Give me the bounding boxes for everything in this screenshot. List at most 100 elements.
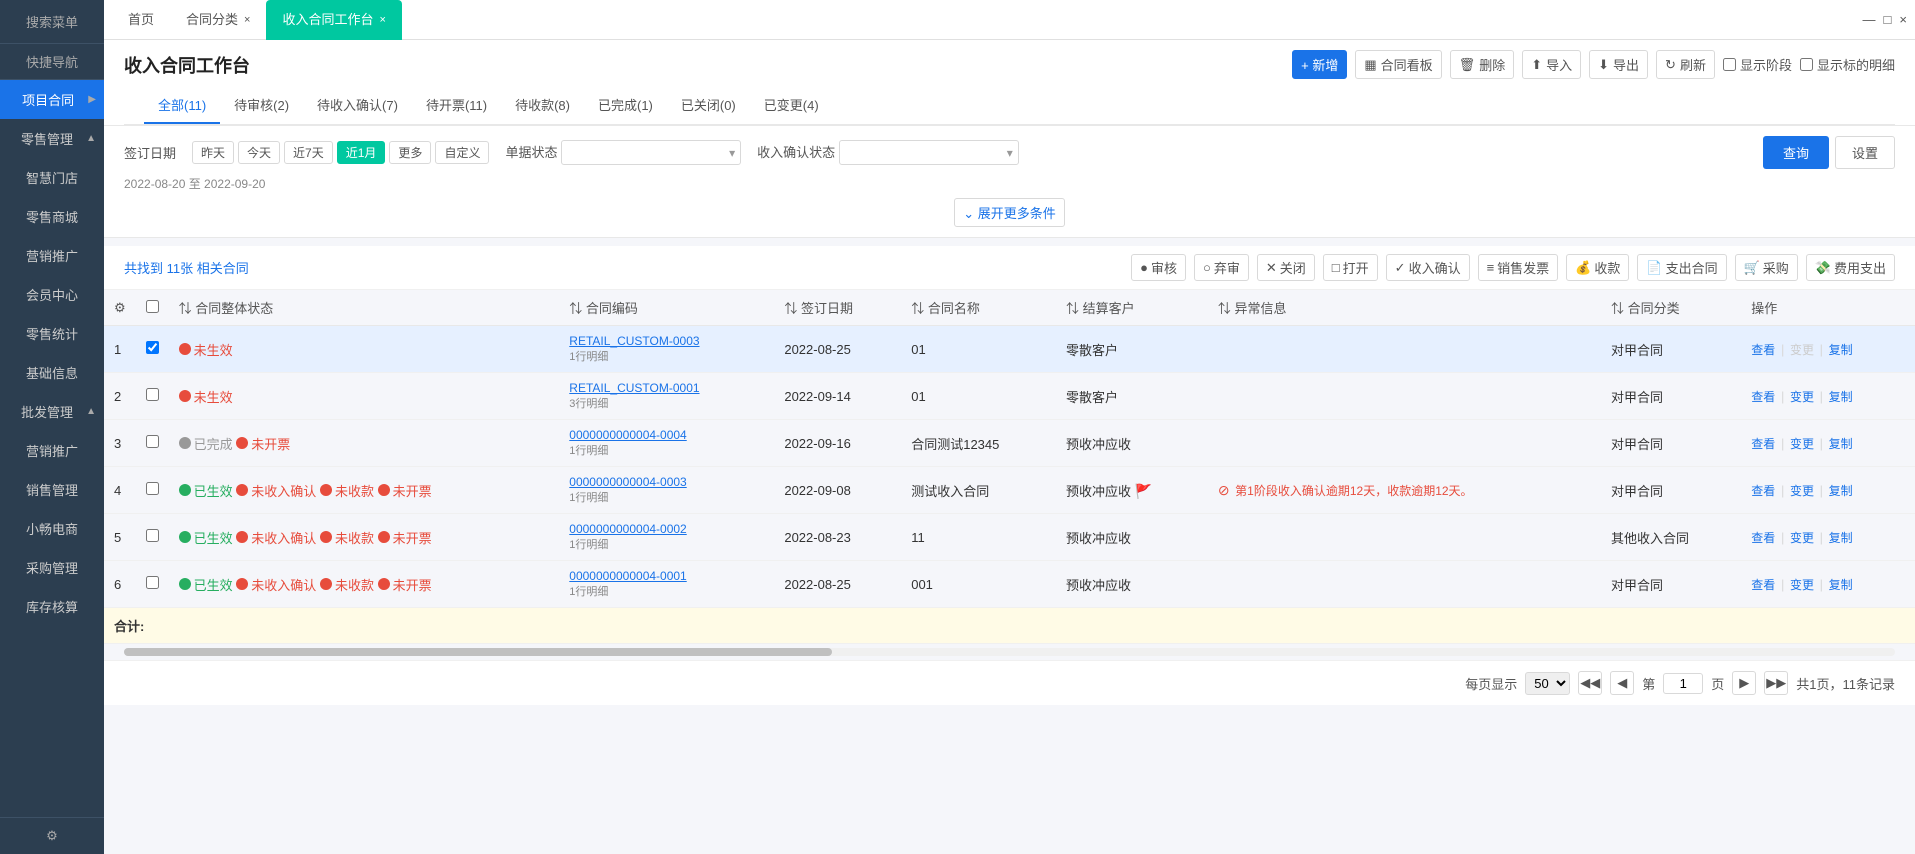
- last-page-button[interactable]: ▶▶: [1764, 671, 1788, 695]
- action-expense-button[interactable]: 💸 费用支出: [1806, 254, 1895, 281]
- action-close-button[interactable]: ✕ 关闭: [1257, 254, 1315, 281]
- op-copy-btn[interactable]: 复制: [1829, 484, 1853, 498]
- horizontal-scrollbar[interactable]: [124, 648, 1895, 656]
- tab-contract-category-close[interactable]: ×: [244, 0, 250, 40]
- op-view-btn[interactable]: 查看: [1751, 343, 1775, 357]
- op-view-btn[interactable]: 查看: [1751, 484, 1775, 498]
- sub-tab-pending-receipt[interactable]: 待收款(8): [501, 87, 584, 124]
- op-change-btn[interactable]: 变更: [1790, 437, 1814, 451]
- row-select-checkbox[interactable]: [146, 388, 159, 401]
- date-btn-more[interactable]: 更多: [389, 141, 431, 164]
- refresh-button[interactable]: ↻ 刷新: [1656, 50, 1715, 79]
- show-detail-checkbox-label[interactable]: 显示标的明细: [1800, 55, 1895, 74]
- contract-code-link[interactable]: 0000000000004-0003: [569, 475, 764, 489]
- row-checkbox[interactable]: [136, 467, 169, 514]
- contract-code-link[interactable]: RETAIL_CUSTOM-0001: [569, 381, 764, 395]
- sub-tab-all[interactable]: 全部(11): [144, 87, 220, 124]
- show-segment-checkbox[interactable]: [1723, 58, 1736, 71]
- action-abandon-button[interactable]: ○ 弃审: [1194, 254, 1249, 281]
- op-change-btn[interactable]: 变更: [1790, 578, 1814, 592]
- tab-contract-category[interactable]: 合同分类 ×: [170, 0, 266, 40]
- sort-icon[interactable]: ⇅: [569, 301, 582, 316]
- import-button[interactable]: ⬆ 导入: [1522, 50, 1581, 79]
- op-change-btn[interactable]: 变更: [1790, 484, 1814, 498]
- action-sales-invoice-button[interactable]: ≡ 销售发票: [1478, 254, 1559, 281]
- op-change-btn[interactable]: 变更: [1790, 531, 1814, 545]
- row-checkbox[interactable]: [136, 561, 169, 608]
- income-confirm-select[interactable]: [839, 140, 1019, 165]
- sidebar-item-basic-info[interactable]: 基础信息: [0, 353, 104, 392]
- show-detail-checkbox[interactable]: [1800, 58, 1813, 71]
- contract-code-link[interactable]: 0000000000004-0001: [569, 569, 764, 583]
- date-btn-today[interactable]: 今天: [238, 141, 280, 164]
- row-select-checkbox[interactable]: [146, 576, 159, 589]
- delete-button[interactable]: 🗑 删除: [1450, 50, 1515, 79]
- new-button[interactable]: + 新增: [1292, 50, 1347, 79]
- date-btn-yesterday[interactable]: 昨天: [192, 141, 234, 164]
- sub-tab-pending-invoice[interactable]: 待开票(11): [412, 87, 501, 124]
- row-checkbox[interactable]: [136, 326, 169, 373]
- sidebar-item-xiaochang[interactable]: 小畅电商: [0, 509, 104, 548]
- row-select-checkbox[interactable]: [146, 482, 159, 495]
- sub-tab-closed[interactable]: 已关闭(0): [667, 87, 750, 124]
- contract-panel-button[interactable]: ▦ 合同看板: [1355, 50, 1441, 79]
- op-view-btn[interactable]: 查看: [1751, 390, 1775, 404]
- sub-tab-completed[interactable]: 已完成(1): [584, 87, 667, 124]
- sidebar-item-retail-mgmt[interactable]: 零售管理 ▲: [0, 119, 104, 158]
- tab-home[interactable]: 首页: [112, 0, 170, 40]
- date-btn-custom[interactable]: 自定义: [435, 141, 489, 164]
- scroll-thumb[interactable]: [124, 648, 832, 656]
- sub-tab-pending-income-confirm[interactable]: 待收入确认(7): [303, 87, 412, 124]
- sidebar-item-smart-store[interactable]: 智慧门店: [0, 158, 104, 197]
- page-number-input[interactable]: [1663, 673, 1703, 694]
- op-copy-btn[interactable]: 复制: [1829, 390, 1853, 404]
- sidebar-item-retail-mall[interactable]: 零售商城: [0, 197, 104, 236]
- action-receipt-button[interactable]: 💰 收款: [1566, 254, 1629, 281]
- sidebar-settings[interactable]: ⚙: [0, 817, 104, 854]
- per-page-select[interactable]: 50: [1525, 672, 1570, 695]
- sort-icon[interactable]: ⇅: [1066, 301, 1079, 316]
- row-checkbox[interactable]: [136, 373, 169, 420]
- minimize-button[interactable]: —: [1863, 12, 1876, 27]
- show-segment-checkbox-label[interactable]: 显示阶段: [1723, 55, 1792, 74]
- row-checkbox[interactable]: [136, 420, 169, 467]
- row-select-checkbox[interactable]: [146, 435, 159, 448]
- action-review-button[interactable]: ● 审核: [1131, 254, 1186, 281]
- col-settings-icon[interactable]: ⚙: [104, 290, 136, 326]
- sidebar-item-purchase-mgmt[interactable]: 采购管理: [0, 548, 104, 587]
- op-view-btn[interactable]: 查看: [1751, 437, 1775, 451]
- contract-code-link[interactable]: 0000000000004-0002: [569, 522, 764, 536]
- sort-icon[interactable]: ⇅: [911, 301, 924, 316]
- sidebar-item-project[interactable]: 项目合同 ▶: [0, 80, 104, 119]
- sidebar-item-marketing[interactable]: 营销推广: [0, 236, 104, 275]
- sidebar-item-marketing2[interactable]: 营销推广: [0, 431, 104, 470]
- expand-filter-button[interactable]: ⌄ 展开更多条件: [954, 198, 1065, 227]
- select-all-checkbox[interactable]: [146, 300, 159, 313]
- close-button[interactable]: ×: [1899, 12, 1907, 27]
- doc-status-select[interactable]: [561, 140, 741, 165]
- contract-code-link[interactable]: RETAIL_CUSTOM-0003: [569, 334, 764, 348]
- date-btn-1month[interactable]: 近1月: [337, 141, 386, 164]
- row-select-checkbox[interactable]: [146, 529, 159, 542]
- date-btn-7days[interactable]: 近7天: [284, 141, 333, 164]
- sidebar-item-retail-stats[interactable]: 零售统计: [0, 314, 104, 353]
- op-view-btn[interactable]: 查看: [1751, 578, 1775, 592]
- sidebar-item-stock[interactable]: 库存核算: [0, 587, 104, 626]
- sidebar-search[interactable]: 搜索菜单: [0, 0, 104, 44]
- op-copy-btn[interactable]: 复制: [1829, 343, 1853, 357]
- first-page-button[interactable]: ◀◀: [1578, 671, 1602, 695]
- sidebar-item-member[interactable]: 会员中心: [0, 275, 104, 314]
- maximize-button[interactable]: □: [1884, 12, 1892, 27]
- tab-income-workbench-close[interactable]: ×: [379, 0, 385, 40]
- prev-page-button[interactable]: ◀: [1610, 671, 1634, 695]
- next-page-button[interactable]: ▶: [1732, 671, 1756, 695]
- tab-income-workbench[interactable]: 收入合同工作台 ×: [266, 0, 401, 40]
- action-purchase-button[interactable]: 🛒 采购: [1735, 254, 1798, 281]
- sub-tab-pending-review[interactable]: 待审核(2): [220, 87, 303, 124]
- row-select-checkbox[interactable]: [146, 341, 159, 354]
- setting-button[interactable]: 设置: [1835, 136, 1895, 169]
- table-scroll-area[interactable]: ⚙ ⇅ 合同整体状态 ⇅ 合同编码 ⇅ 签订日期: [104, 290, 1915, 644]
- sub-tab-changed[interactable]: 已变更(4): [750, 87, 833, 124]
- sort-icon[interactable]: ⇅: [179, 301, 192, 316]
- sort-icon[interactable]: ⇅: [784, 301, 797, 316]
